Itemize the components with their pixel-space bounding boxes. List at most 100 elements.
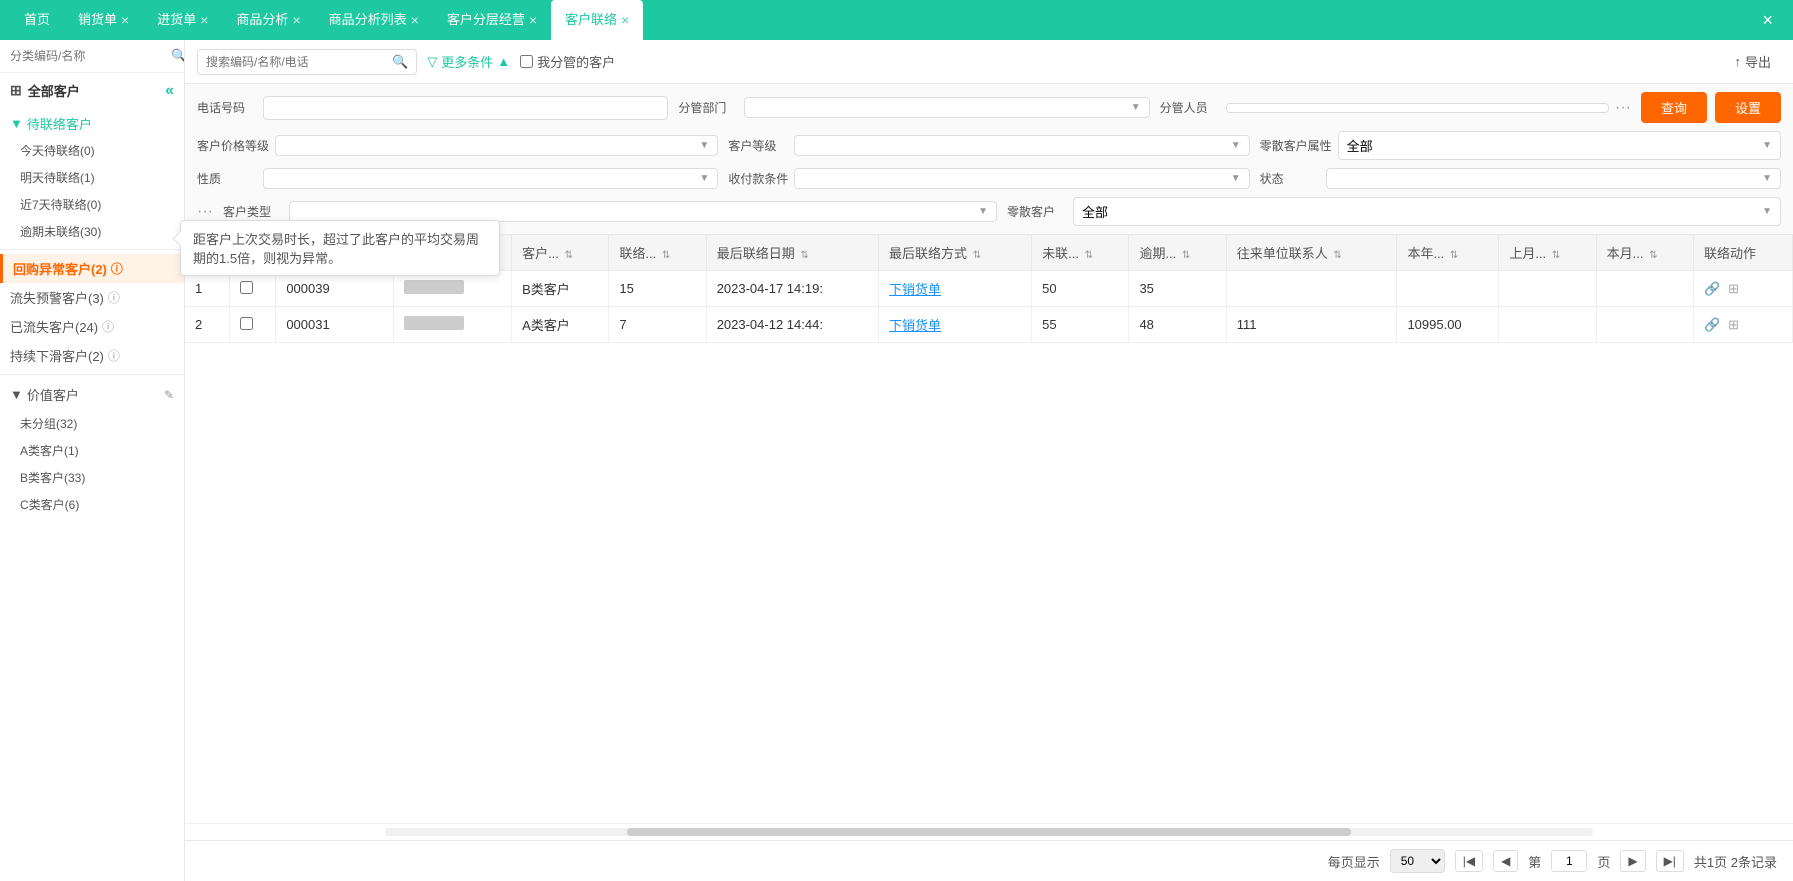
nav-customer-contact-close[interactable]: × xyxy=(621,0,629,40)
pending-group-label: 待联络客户 xyxy=(27,114,92,133)
person-dots-icon[interactable]: ··· xyxy=(1615,99,1631,117)
sidebar-item-tomorrow[interactable]: 明天待联络(1) xyxy=(0,164,184,191)
sidebar-item-ungrouped[interactable]: 未分组(32) xyxy=(0,410,184,437)
row2-check[interactable] xyxy=(240,317,253,330)
row2-pending: 55 xyxy=(1032,307,1129,343)
last-method-sort-icon[interactable]: ⇅ xyxy=(973,250,981,261)
nav-customer-contact[interactable]: 客户联络 × xyxy=(551,0,643,40)
row1-pending: 50 xyxy=(1032,271,1129,307)
row2-code: 000031 xyxy=(276,307,394,343)
sidebar-search-icon[interactable]: 🔍 xyxy=(171,48,185,64)
customer-level-select[interactable]: ▼ xyxy=(794,135,1249,156)
nav-sales-close[interactable]: × xyxy=(121,0,129,40)
churn-warning-label: 流失预警客户(3) xyxy=(10,288,104,307)
value-edit-icon[interactable]: ✎ xyxy=(164,388,174,402)
sidebar-item-churn-warning[interactable]: 流失预警客户(3) ⓘ xyxy=(0,283,184,312)
query-button[interactable]: 查询 xyxy=(1641,92,1707,123)
nav-purchase[interactable]: 进货单 × xyxy=(143,0,222,40)
dept-label: 分管部门 xyxy=(678,99,738,116)
status-label: 状态 xyxy=(1260,170,1320,187)
sidebar-collapse-btn[interactable]: « xyxy=(165,82,174,100)
table-area: ⚙ 客户编码 ⇅ 客户名称 ⇅ xyxy=(185,235,1793,823)
phone-input[interactable] xyxy=(263,96,668,120)
page-label: 第 xyxy=(1528,852,1541,871)
payment-select[interactable]: ▼ xyxy=(794,168,1249,189)
overdue-sort-icon[interactable]: ⇅ xyxy=(1182,250,1190,261)
retail-attr-value: 全部 xyxy=(1347,136,1373,155)
prev-page-btn[interactable]: ◀ xyxy=(1493,850,1518,872)
sidebar-item-7days[interactable]: 近7天待联络(0) xyxy=(0,191,184,218)
nav-home[interactable]: 首页 xyxy=(10,0,64,40)
nav-sales[interactable]: 销货单 × xyxy=(64,0,143,40)
this-year-sort-icon[interactable]: ⇅ xyxy=(1450,250,1458,261)
row2-last-method: 下销货单 xyxy=(879,307,1032,343)
sidebar-item-declining[interactable]: 持续下滑客户(2) ⓘ xyxy=(0,341,184,370)
value-group-label: 价值客户 xyxy=(27,385,79,404)
row2-method-link[interactable]: 下销货单 xyxy=(889,318,941,333)
this-month-sort-icon[interactable]: ⇅ xyxy=(1649,250,1657,261)
my-customers-check[interactable] xyxy=(520,55,533,68)
sidebar-item-repurchase-abnormal[interactable]: 回购异常客户(2) ⓘ xyxy=(0,254,184,283)
nav-purchase-close[interactable]: × xyxy=(200,0,208,40)
row1-last-method: 下销货单 xyxy=(879,271,1032,307)
search-input[interactable] xyxy=(206,55,386,69)
sidebar-search-input[interactable] xyxy=(10,49,165,63)
type-sort-icon[interactable]: ⇅ xyxy=(565,250,573,261)
first-page-btn[interactable]: |◀ xyxy=(1455,850,1483,872)
filter-buttons: 查询 设置 xyxy=(1641,92,1781,123)
sidebar-group-value[interactable]: ▼ 价值客户 ✎ xyxy=(0,379,184,410)
gender-select[interactable]: ▼ xyxy=(263,168,718,189)
filter-retail-customer: 零散客户 全部 ▼ xyxy=(1007,197,1781,226)
row1-method-link[interactable]: 下销货单 xyxy=(889,282,941,297)
more-conditions-btn[interactable]: ▽ 更多条件 ▲ xyxy=(427,52,510,71)
dept-select[interactable]: ▼ xyxy=(744,97,1149,118)
per-page-select[interactable]: 50 100 200 xyxy=(1390,849,1445,873)
row1-grid-icon[interactable]: ⊞ xyxy=(1728,281,1739,297)
person-select[interactable] xyxy=(1226,103,1609,113)
sidebar-item-today[interactable]: 今天待联络(0) xyxy=(0,137,184,164)
customer-type-select[interactable]: ▼ xyxy=(289,201,997,222)
more-dots-icon[interactable]: ··· xyxy=(197,203,213,221)
nav-analysis-list[interactable]: 商品分析列表 × xyxy=(315,0,433,40)
price-level-select[interactable]: ▼ xyxy=(275,135,718,156)
nav-customer-tier[interactable]: 客户分层经营 × xyxy=(433,0,551,40)
search-icon[interactable]: 🔍 xyxy=(392,54,408,70)
export-button[interactable]: ↑ 导出 xyxy=(1724,48,1781,75)
nav-analysis[interactable]: 商品分析 × xyxy=(222,0,314,40)
retail-customer-chevron-icon: ▼ xyxy=(1762,206,1772,217)
nav-analysis-list-close[interactable]: × xyxy=(411,0,419,40)
advanced-filters: 电话号码 分管部门 ▼ 分管人员 ··· xyxy=(185,84,1793,235)
nav-analysis-close[interactable]: × xyxy=(292,0,300,40)
sidebar-item-class-a[interactable]: A类客户(1) xyxy=(0,437,184,464)
nav-sales-label: 销货单 xyxy=(78,0,117,40)
last-page-btn[interactable]: ▶| xyxy=(1656,850,1684,872)
contact-sort-icon[interactable]: ⇅ xyxy=(662,250,670,261)
sidebar-item-churned[interactable]: 已流失客户(24) ⓘ xyxy=(0,312,184,341)
contacts-sort-icon[interactable]: ⇅ xyxy=(1333,250,1341,261)
sidebar-group-pending[interactable]: ▼ 待联络客户 xyxy=(0,108,184,137)
row1-link-icon[interactable]: 🔗 xyxy=(1704,281,1720,297)
row2-link-icon[interactable]: 🔗 xyxy=(1704,317,1720,333)
nav-customer-tier-close[interactable]: × xyxy=(529,0,537,40)
last-date-sort-icon[interactable]: ⇅ xyxy=(800,250,808,261)
settings-button[interactable]: 设置 xyxy=(1715,92,1781,123)
scrollbar-track[interactable] xyxy=(385,828,1593,836)
retail-customer-select[interactable]: 全部 ▼ xyxy=(1073,197,1781,226)
export-icon: ↑ xyxy=(1734,54,1741,69)
pending-sort-icon[interactable]: ⇅ xyxy=(1085,250,1093,261)
row1-check[interactable] xyxy=(240,281,253,294)
next-page-btn[interactable]: ▶ xyxy=(1620,850,1645,872)
row2-grid-icon[interactable]: ⊞ xyxy=(1728,317,1739,333)
sidebar-item-class-b[interactable]: B类客户(33) xyxy=(0,464,184,491)
last-month-sort-icon[interactable]: ⇅ xyxy=(1552,250,1560,261)
all-customers-label: 全部客户 xyxy=(28,81,80,100)
page-number-input[interactable] xyxy=(1551,850,1587,872)
my-customers-checkbox[interactable]: 我分管的客户 xyxy=(520,52,615,71)
sidebar-item-overdue[interactable]: 逾期未联络(30) xyxy=(0,218,184,245)
status-select[interactable]: ▼ xyxy=(1326,168,1781,189)
all-customers-header[interactable]: ⊞ 全部客户 « xyxy=(0,73,184,108)
retail-attr-select[interactable]: 全部 ▼ xyxy=(1338,131,1781,160)
filter-row-1: 电话号码 分管部门 ▼ 分管人员 ··· xyxy=(197,92,1781,123)
sidebar-item-class-c[interactable]: C类客户(6) xyxy=(0,491,184,518)
window-close-button[interactable]: × xyxy=(1752,10,1783,31)
